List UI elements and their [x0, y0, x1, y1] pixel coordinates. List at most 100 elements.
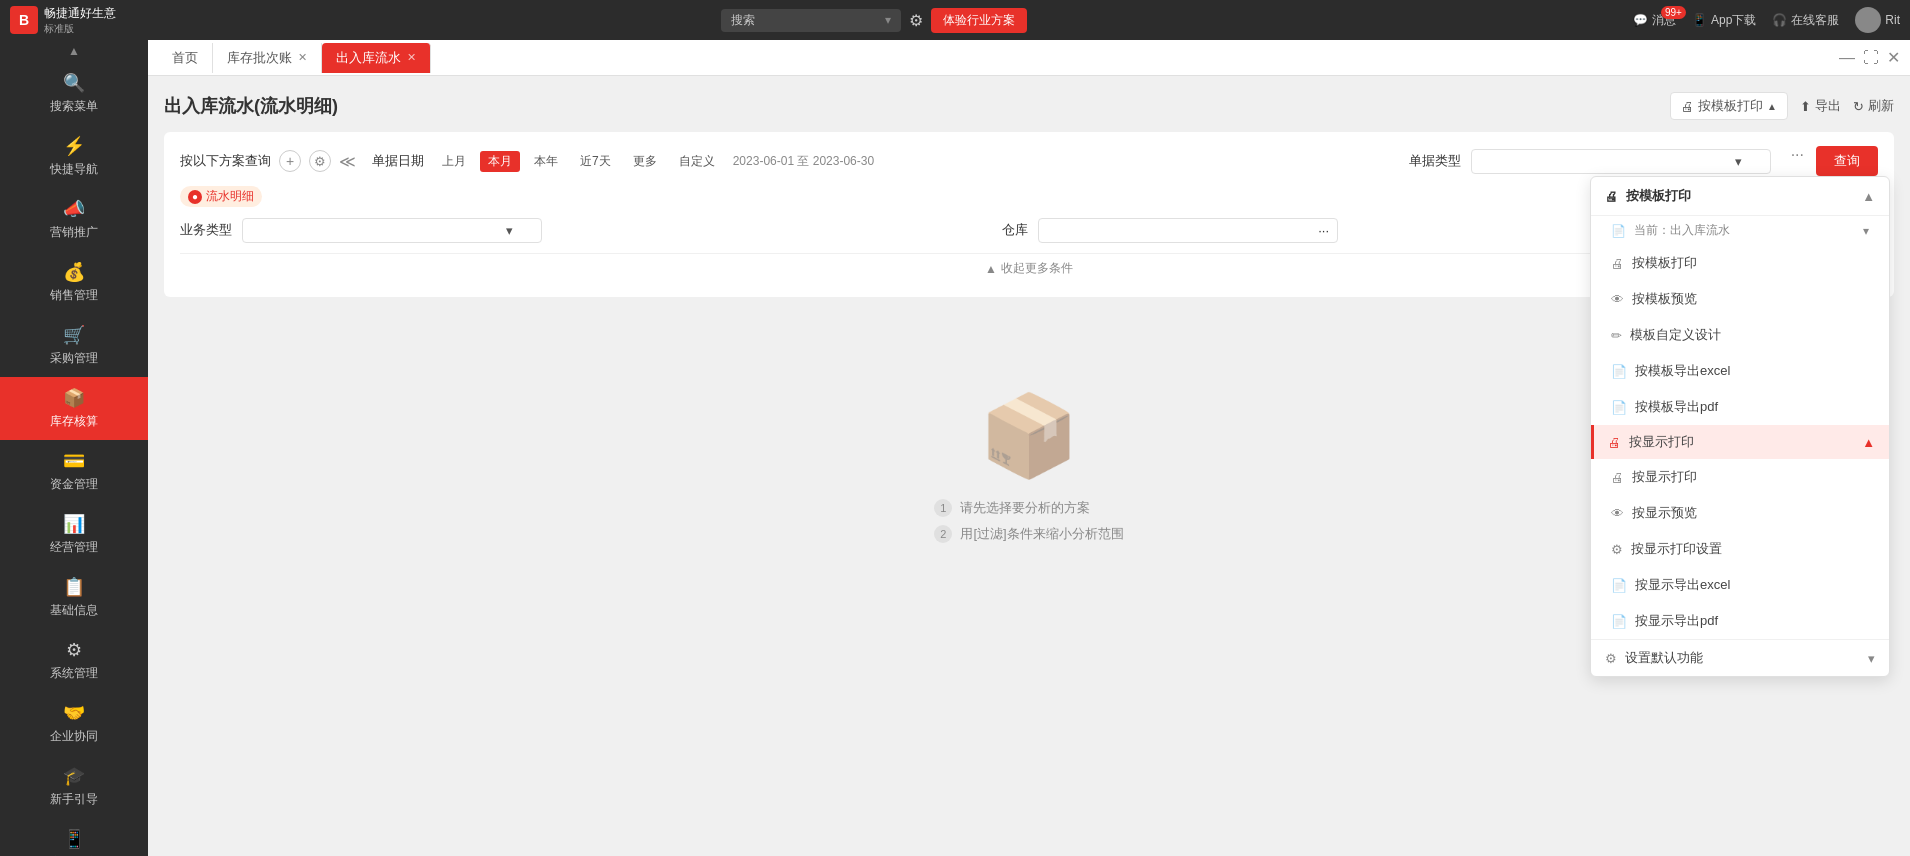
- sidebar-item-purchase[interactable]: 🛒 采购管理: [0, 314, 148, 377]
- sidebar-item-label: 搜索菜单: [50, 98, 98, 115]
- tab-close-page-icon[interactable]: ✕: [1887, 48, 1900, 67]
- tab-minimize-icon[interactable]: —: [1839, 49, 1855, 67]
- print-header-icon: 🖨: [1605, 189, 1618, 204]
- sidebar-item-sales[interactable]: 💰 销售管理: [0, 251, 148, 314]
- refresh-button[interactable]: ↻ 刷新: [1853, 97, 1894, 115]
- sidebar-item-app-center[interactable]: 📱 应用中心: [0, 818, 148, 856]
- logo-icon: B: [10, 6, 38, 34]
- warehouse-select[interactable]: ···: [1038, 218, 1338, 243]
- design-template-icon: ✏: [1611, 328, 1622, 343]
- date-btn-custom[interactable]: 自定义: [671, 151, 723, 172]
- biz-type-area: 业务类型 ▾: [180, 218, 986, 243]
- dropdown-item-label: 按模板导出pdf: [1635, 398, 1718, 416]
- dropdown-item-label: 按显示预览: [1632, 504, 1697, 522]
- sidebar-item-search[interactable]: 🔍 搜索菜单: [0, 62, 148, 125]
- query-button[interactable]: 查询: [1816, 146, 1878, 176]
- sidebar-item-finance[interactable]: 💳 资金管理: [0, 440, 148, 503]
- filter-add-button[interactable]: +: [279, 150, 301, 172]
- dropdown-item-label: 按模板预览: [1632, 290, 1697, 308]
- dropdown-item-print-template[interactable]: 🖨 按模板打印: [1591, 245, 1889, 281]
- dropdown-item-preview-template[interactable]: 👁 按模板预览: [1591, 281, 1889, 317]
- dropdown-item-export-excel-template[interactable]: 📄 按模板导出excel: [1591, 353, 1889, 389]
- dropdown-item-export-pdf-template[interactable]: 📄 按模板导出pdf: [1591, 389, 1889, 425]
- scroll-up-icon[interactable]: ▲: [68, 44, 80, 58]
- sidebar-item-label: 企业协同: [50, 728, 98, 745]
- filter-tag-item[interactable]: ● 流水明细: [180, 186, 262, 207]
- user-avatar[interactable]: Rit: [1855, 7, 1900, 33]
- date-btn-last-month[interactable]: 上月: [434, 151, 474, 172]
- basic-info-icon: 📋: [63, 576, 85, 598]
- date-btn-this-month[interactable]: 本月: [480, 151, 520, 172]
- tab-inventory-batch[interactable]: 库存批次账 ✕: [213, 43, 322, 73]
- tip-num-1: 1: [934, 499, 952, 517]
- tag-label: 流水明细: [206, 188, 254, 205]
- dropdown-chevron-up[interactable]: ▲: [1862, 189, 1875, 204]
- gear-icon[interactable]: ⚙: [909, 11, 923, 30]
- dropdown-default-function[interactable]: ⚙ 设置默认功能 ▾: [1591, 639, 1889, 676]
- dropdown-display-section[interactable]: 🖨 按显示打印 ▲: [1591, 425, 1889, 459]
- enterprise-icon: 🤝: [63, 702, 85, 724]
- purchase-icon: 🛒: [63, 324, 85, 346]
- app-center-icon: 📱: [63, 828, 85, 850]
- sidebar-item-guide[interactable]: 🎓 新手引导: [0, 755, 148, 818]
- sidebar-item-basic-info[interactable]: 📋 基础信息: [0, 566, 148, 629]
- dropdown-title: 按模板打印: [1626, 187, 1691, 205]
- preview-template-icon: 👁: [1611, 292, 1624, 307]
- tab-expand-icon[interactable]: ⛶: [1863, 49, 1879, 67]
- dropdown-item-label: 按显示打印: [1632, 468, 1697, 486]
- dropdown-item-export-excel-display[interactable]: 📄 按显示导出excel: [1591, 567, 1889, 603]
- sidebar-scroll-up[interactable]: ▲: [0, 40, 148, 62]
- sidebar-item-quick-nav[interactable]: ⚡ 快捷导航: [0, 125, 148, 188]
- dropdown-item-design-template[interactable]: ✏ 模板自定义设计: [1591, 317, 1889, 353]
- current-template-label: 当前：出入库流水: [1634, 222, 1730, 239]
- export-button[interactable]: ⬆ 导出: [1800, 97, 1841, 115]
- current-indicator: 📄 当前：出入库流水 ▾: [1591, 216, 1889, 245]
- top-bar-left: B 畅捷通好生意 标准版: [10, 5, 116, 36]
- filter-settings-button[interactable]: ⚙: [309, 150, 331, 172]
- search-placeholder: 搜索: [731, 12, 755, 29]
- current-chevron: ▾: [1863, 224, 1869, 238]
- dropdown-item-preview-display[interactable]: 👁 按显示预览: [1591, 495, 1889, 531]
- tab-home[interactable]: 首页: [158, 43, 213, 73]
- dropdown-item-print-display[interactable]: 🖨 按显示打印: [1591, 459, 1889, 495]
- tab-stock-flow-close[interactable]: ✕: [407, 51, 416, 64]
- search-bar[interactable]: 搜索 ▾: [721, 9, 901, 32]
- app-download-button[interactable]: 📱 App下载: [1692, 12, 1756, 29]
- online-service-button[interactable]: 🎧 在线客服: [1772, 12, 1839, 29]
- more-actions-button[interactable]: ···: [1787, 146, 1808, 176]
- export-excel-display-icon: 📄: [1611, 578, 1627, 593]
- dropdown-item-export-pdf-display[interactable]: 📄 按显示导出pdf: [1591, 603, 1889, 639]
- dropdown-item-print-settings-display[interactable]: ⚙ 按显示打印设置: [1591, 531, 1889, 567]
- date-btn-7days[interactable]: 近7天: [572, 151, 619, 172]
- sidebar-item-enterprise[interactable]: 🤝 企业协同: [0, 692, 148, 755]
- filter-label-area: 按以下方案查询 + ⚙ ≪: [180, 150, 356, 172]
- sidebar-item-marketing[interactable]: 📣 营销推广: [0, 188, 148, 251]
- date-btn-more[interactable]: 更多: [625, 151, 665, 172]
- messages-button[interactable]: 💬 消息 99+: [1633, 12, 1676, 29]
- chevron-down-icon: ▾: [506, 223, 513, 238]
- doc-type-select[interactable]: ▾: [1471, 149, 1771, 174]
- empty-tip-1: 1 请先选择要分析的方案: [934, 499, 1123, 517]
- current-template-icon: 📄: [1611, 224, 1626, 238]
- biz-type-select[interactable]: ▾: [242, 218, 542, 243]
- trial-button[interactable]: 体验行业方案: [931, 8, 1027, 33]
- tag-icon: ●: [188, 190, 202, 204]
- sidebar-item-operations[interactable]: 📊 经营管理: [0, 503, 148, 566]
- print-template-button[interactable]: 🖨 按模板打印 ▲: [1670, 92, 1788, 120]
- sidebar-item-label: 资金管理: [50, 476, 98, 493]
- dropdown-item-label: 按显示导出excel: [1635, 576, 1730, 594]
- tab-inventory-batch-close[interactable]: ✕: [298, 51, 307, 64]
- tab-stock-flow[interactable]: 出入库流水 ✕: [322, 43, 431, 73]
- dropdown-item-label: 按模板打印: [1632, 254, 1697, 272]
- main-layout: ▲ 🔍 搜索菜单 ⚡ 快捷导航 📣 营销推广 💰 销售管理 🛒 采购管理 📦 库…: [0, 40, 1910, 856]
- date-range-display: 2023-06-01 至 2023-06-30: [733, 153, 874, 170]
- tip-text-1: 请先选择要分析的方案: [960, 499, 1090, 517]
- tab-bar: 首页 库存批次账 ✕ 出入库流水 ✕ — ⛶ ✕: [148, 40, 1910, 76]
- filter-collapse-icon[interactable]: ≪: [339, 152, 356, 171]
- dropdown-item-label: 按模板导出excel: [1635, 362, 1730, 380]
- sidebar-item-system[interactable]: ⚙ 系统管理: [0, 629, 148, 692]
- operations-icon: 📊: [63, 513, 85, 535]
- date-btn-this-year[interactable]: 本年: [526, 151, 566, 172]
- tab-stock-flow-label: 出入库流水: [336, 49, 401, 67]
- sidebar-item-inventory[interactable]: 📦 库存核算: [0, 377, 148, 440]
